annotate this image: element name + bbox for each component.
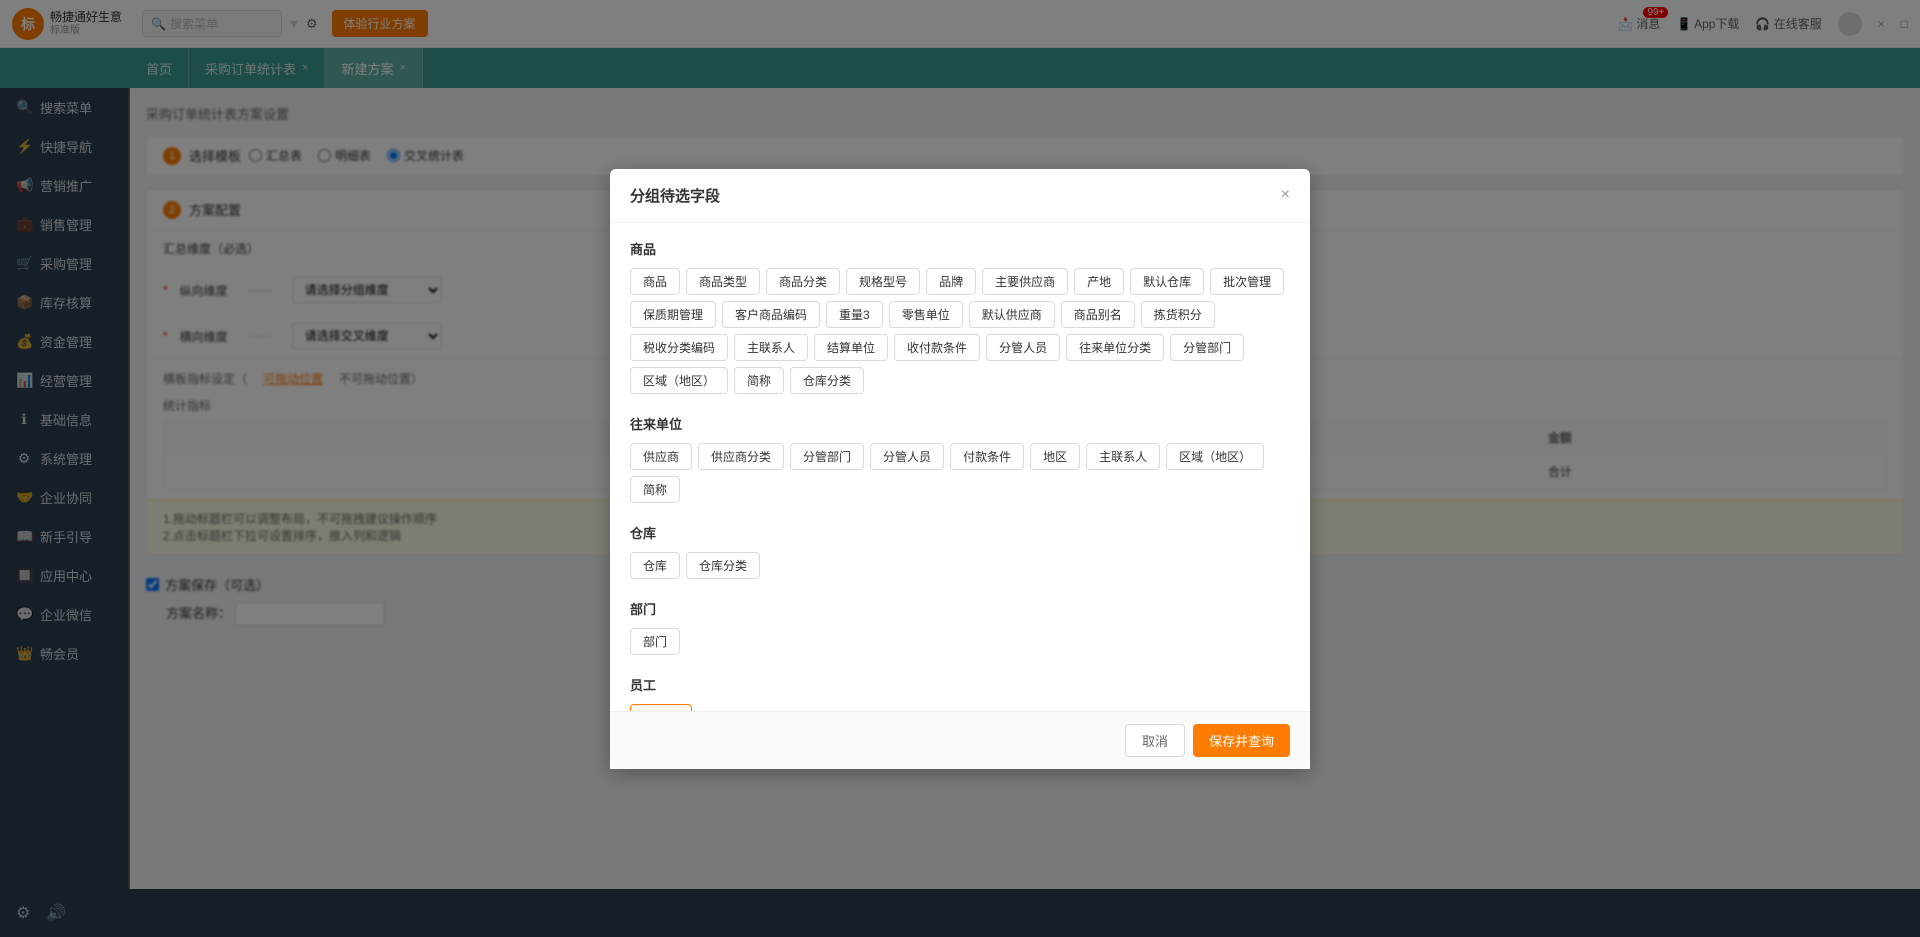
field-tag[interactable]: 规格型号 (846, 268, 920, 295)
field-section-staff: 员工 业务员 (630, 675, 1290, 711)
field-tag[interactable]: 零售单位 (889, 301, 963, 328)
section-title-goods: 商品 (630, 239, 1290, 258)
field-section-dept: 部门 部门 (630, 599, 1290, 655)
field-tag[interactable]: 品牌 (926, 268, 976, 295)
field-tag[interactable]: 商品分类 (766, 268, 840, 295)
field-tag[interactable]: 往来单位分类 (1066, 334, 1164, 361)
field-tag[interactable]: 部门 (630, 628, 680, 655)
modal-title: 分组待选字段 (630, 185, 720, 206)
field-tag[interactable]: 分管部门 (790, 443, 864, 470)
field-tag[interactable]: 地区 (1030, 443, 1080, 470)
field-tags-partner: 供应商 供应商分类 分管部门 分管人员 付款条件 地区 主联系人 区域（地区） … (630, 443, 1290, 503)
field-tag[interactable]: 简称 (630, 476, 680, 503)
field-tag[interactable]: 拣货积分 (1141, 301, 1215, 328)
field-tag[interactable]: 税收分类编码 (630, 334, 728, 361)
field-tag[interactable]: 分管人员 (870, 443, 944, 470)
field-tag[interactable]: 产地 (1074, 268, 1124, 295)
field-tag[interactable]: 分管人员 (986, 334, 1060, 361)
field-tags-goods: 商品 商品类型 商品分类 规格型号 品牌 主要供应商 产地 默认仓库 批次管理 … (630, 268, 1290, 394)
section-title-partner: 往来单位 (630, 414, 1290, 433)
field-tag[interactable]: 仓库 (630, 552, 680, 579)
modal-overlay: 分组待选字段 × 商品 商品 商品类型 商品分类 规格型号 品牌 主要供应商 产… (0, 0, 1920, 937)
section-title-warehouse: 仓库 (630, 523, 1290, 542)
field-tags-staff: 业务员 (630, 704, 1290, 711)
field-selection-modal: 分组待选字段 × 商品 商品 商品类型 商品分类 规格型号 品牌 主要供应商 产… (610, 169, 1310, 769)
field-section-warehouse: 仓库 仓库 仓库分类 (630, 523, 1290, 579)
field-tag[interactable]: 区域（地区） (1166, 443, 1264, 470)
field-tag[interactable]: 区域（地区） (630, 367, 728, 394)
modal-footer: 取消 保存并查询 (610, 711, 1310, 769)
modal-save-button[interactable]: 保存并查询 (1193, 724, 1290, 757)
field-tag[interactable]: 供应商分类 (698, 443, 784, 470)
field-tag[interactable]: 客户商品编码 (722, 301, 820, 328)
modal-header: 分组待选字段 × (610, 169, 1310, 223)
modal-cancel-button[interactable]: 取消 (1125, 724, 1185, 757)
field-tag[interactable]: 主联系人 (1086, 443, 1160, 470)
field-tag[interactable]: 商品类型 (686, 268, 760, 295)
field-tag[interactable]: 默认仓库 (1130, 268, 1204, 295)
field-tag[interactable]: 保质期管理 (630, 301, 716, 328)
field-tag[interactable]: 主联系人 (734, 334, 808, 361)
field-tags-warehouse: 仓库 仓库分类 (630, 552, 1290, 579)
field-section-partner: 往来单位 供应商 供应商分类 分管部门 分管人员 付款条件 地区 主联系人 区域… (630, 414, 1290, 503)
modal-body: 商品 商品 商品类型 商品分类 规格型号 品牌 主要供应商 产地 默认仓库 批次… (610, 223, 1310, 711)
field-tag[interactable]: 商品别名 (1061, 301, 1135, 328)
field-tag[interactable]: 付款条件 (950, 443, 1024, 470)
field-tag[interactable]: 主要供应商 (982, 268, 1068, 295)
field-tag-salesperson[interactable]: 业务员 (630, 704, 692, 711)
field-tag[interactable]: 供应商 (630, 443, 692, 470)
field-tag[interactable]: 仓库分类 (790, 367, 864, 394)
field-tag[interactable]: 重量3 (826, 301, 883, 328)
field-tag[interactable]: 结算单位 (814, 334, 888, 361)
field-tag[interactable]: 简称 (734, 367, 784, 394)
field-tag[interactable]: 仓库分类 (686, 552, 760, 579)
field-tag[interactable]: 收付款条件 (894, 334, 980, 361)
field-section-goods: 商品 商品 商品类型 商品分类 规格型号 品牌 主要供应商 产地 默认仓库 批次… (630, 239, 1290, 394)
field-tag[interactable]: 分管部门 (1170, 334, 1244, 361)
field-tag[interactable]: 默认供应商 (969, 301, 1055, 328)
section-title-dept: 部门 (630, 599, 1290, 618)
field-tags-dept: 部门 (630, 628, 1290, 655)
field-tag[interactable]: 商品 (630, 268, 680, 295)
section-title-staff: 员工 (630, 675, 1290, 694)
field-tag[interactable]: 批次管理 (1210, 268, 1284, 295)
modal-close-button[interactable]: × (1281, 186, 1290, 204)
